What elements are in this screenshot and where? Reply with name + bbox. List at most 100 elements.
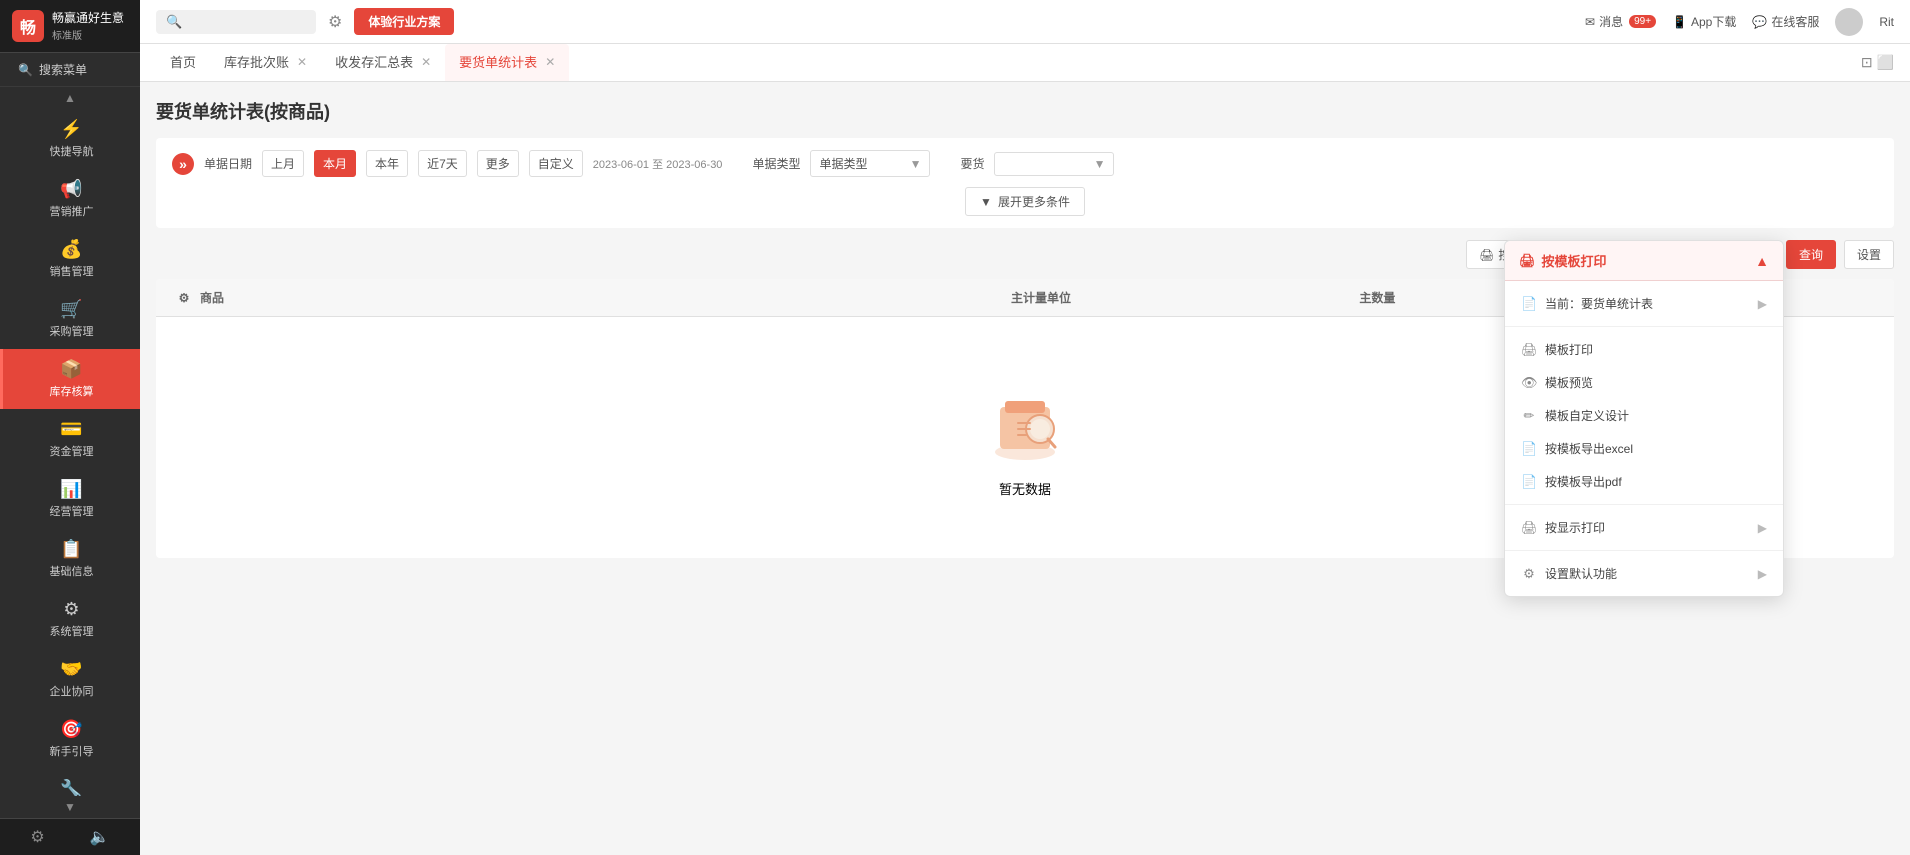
dropdown-section-actions: 🖨 模板打印 👁 模板预览 ✏ 模板自定义设计 📄 按模板导出excel xyxy=(1505,327,1783,505)
sidebar-label-operation: 经营管理 xyxy=(50,503,94,519)
dropdown-display-print[interactable]: 🖨 按显示打印 ▶ xyxy=(1505,511,1783,544)
sidebar-label-marketing: 营销推广 xyxy=(50,203,94,219)
tab-receipt-summary-close[interactable]: ✕ xyxy=(421,55,431,69)
dropdown-template-export-excel[interactable]: 📄 按模板导出excel xyxy=(1505,432,1783,465)
topbar-gear-icon[interactable]: ⚙ xyxy=(328,12,342,32)
sidebar-item-marketing[interactable]: 📢 营销推广 xyxy=(0,169,140,229)
empty-text: 暂无数据 xyxy=(999,479,1051,498)
topbar-right: ✉ 消息 99+ 📱 App下载 💬 在线客服 Rit xyxy=(1585,8,1894,36)
dropdown-template-print[interactable]: 🖨 模板打印 xyxy=(1505,333,1783,366)
tab-receipt-summary-label: 收发存汇总表 xyxy=(335,52,413,71)
tab-order-stats-close[interactable]: ✕ xyxy=(545,55,555,69)
search-icon: 🔍 xyxy=(18,63,33,77)
tab-home[interactable]: 首页 xyxy=(156,44,210,81)
footer-speaker-icon[interactable]: 🔈 xyxy=(90,827,110,847)
date-btn-this-month[interactable]: 本月 xyxy=(314,150,356,177)
order-type-select[interactable]: 单据类型 ▼ xyxy=(810,150,930,177)
sidebar-item-system[interactable]: ⚙ 系统管理 xyxy=(0,589,140,649)
sidebar-item-guide[interactable]: 🎯 新手引导 xyxy=(0,709,140,769)
tab-max-icon: ⬜ xyxy=(1877,54,1894,71)
basic-info-icon: 📋 xyxy=(60,539,82,560)
sidebar-item-quick-nav[interactable]: ⚡ 快捷导航 xyxy=(0,109,140,169)
tab-batch-account-close[interactable]: ✕ xyxy=(297,55,307,69)
trial-btn[interactable]: 体验行业方案 xyxy=(354,8,454,35)
order-type-value: 单据类型 xyxy=(819,155,867,172)
display-print-label: 按显示打印 xyxy=(1545,519,1605,536)
footer-settings-icon[interactable]: ⚙ xyxy=(30,827,44,847)
settings-btn[interactable]: 设置 xyxy=(1844,240,1894,269)
default-function-label: 设置默认功能 xyxy=(1545,565,1617,582)
tab-expand-btn[interactable]: ⊡ ⬜ xyxy=(1861,54,1894,71)
sidebar-item-app-center[interactable]: 🔧 应用中心 xyxy=(0,769,140,796)
tab-batch-account-label: 库存批次账 xyxy=(224,52,289,71)
app-sub: 标准版 xyxy=(52,27,124,42)
message-label: 消息 xyxy=(1599,13,1623,30)
print-dropdown-header: 🖨 按模板打印 ▲ xyxy=(1505,241,1783,281)
date-btn-last-7-days[interactable]: 近7天 xyxy=(418,150,467,177)
tab-batch-account[interactable]: 库存批次账 ✕ xyxy=(210,44,321,81)
table-col-quantity: 主数量 xyxy=(1209,289,1545,306)
table-col-settings[interactable]: ⚙ xyxy=(168,291,200,305)
tab-home-label: 首页 xyxy=(170,52,196,71)
sidebar-label-inventory: 库存核算 xyxy=(50,383,94,399)
sidebar-scroll-down[interactable]: ▼ xyxy=(0,796,140,818)
sidebar-item-purchase[interactable]: 🛒 采购管理 xyxy=(0,289,140,349)
tab-receipt-summary[interactable]: 收发存汇总表 ✕ xyxy=(321,44,445,81)
date-btn-last-month[interactable]: 上月 xyxy=(262,150,304,177)
content-area: 要货单统计表(按商品) » 单据日期 上月 本月 本年 近7天 更多 自定义 2… xyxy=(140,82,1910,855)
online-service-btn[interactable]: 💬 在线客服 xyxy=(1752,13,1819,30)
online-service-label: 在线客服 xyxy=(1771,13,1819,30)
display-print-icon: 🖨 xyxy=(1521,520,1537,536)
query-btn[interactable]: 查询 xyxy=(1786,240,1836,269)
expand-more-btn[interactable]: ▼ 展开更多条件 xyxy=(965,187,1085,216)
dropdown-template-preview[interactable]: 👁 模板预览 xyxy=(1505,366,1783,399)
sidebar-item-operation[interactable]: 📊 经营管理 xyxy=(0,469,140,529)
empty-icon xyxy=(980,377,1070,467)
date-btn-this-year[interactable]: 本年 xyxy=(366,150,408,177)
tab-order-stats[interactable]: 要货单统计表 ✕ xyxy=(445,44,569,81)
dropdown-current-template[interactable]: 📄 当前：要货单统计表 ▶ xyxy=(1505,287,1783,320)
dropdown-default-function[interactable]: ⚙ 设置默认功能 ▶ xyxy=(1505,557,1783,590)
sidebar-scroll-up[interactable]: ▲ xyxy=(0,87,140,109)
current-template-icon: 📄 xyxy=(1521,296,1537,312)
dropdown-section-default: ⚙ 设置默认功能 ▶ xyxy=(1505,551,1783,596)
order-type-label: 单据类型 xyxy=(752,155,800,172)
date-btn-custom[interactable]: 自定义 xyxy=(529,150,583,177)
template-print-label: 模板打印 xyxy=(1545,341,1593,358)
print-dropdown-collapse-icon[interactable]: ▲ xyxy=(1755,253,1769,269)
dropdown-section-display: 🖨 按显示打印 ▶ xyxy=(1505,505,1783,551)
template-print-icon: 🖨 xyxy=(1521,342,1537,358)
system-icon: ⚙ xyxy=(63,599,79,620)
date-btn-more[interactable]: 更多 xyxy=(477,150,519,177)
current-template-arrow-icon: ▶ xyxy=(1758,297,1767,311)
order-status-select[interactable]: ▼ xyxy=(994,152,1114,176)
sidebar-label-finance: 资金管理 xyxy=(50,443,94,459)
export-pdf-icon: 📄 xyxy=(1521,474,1537,490)
action-bar: 🖨 按模板打印 ▲ 📤 导出 ↻ 刷新 ••• 查询 设置 xyxy=(156,240,1894,269)
message-btn[interactable]: ✉ 消息 99+ xyxy=(1585,13,1656,30)
current-template-label: 当前：要货单统计表 xyxy=(1545,295,1653,312)
filter-expand-btn[interactable]: » xyxy=(172,153,194,175)
sidebar-item-sales[interactable]: 💰 销售管理 xyxy=(0,229,140,289)
dropdown-template-design[interactable]: ✏ 模板自定义设计 xyxy=(1505,399,1783,432)
topbar-search-box[interactable]: 🔍 xyxy=(156,10,316,34)
template-preview-icon: 👁 xyxy=(1521,375,1537,391)
sidebar-item-cooperation[interactable]: 🤝 企业协同 xyxy=(0,649,140,709)
sidebar-nav: ⚡ 快捷导航 📢 营销推广 💰 销售管理 🛒 采购管理 📦 库存核算 💳 资金管… xyxy=(0,109,140,796)
avatar[interactable] xyxy=(1835,8,1863,36)
user-name: Rit xyxy=(1879,15,1894,29)
sidebar-item-finance[interactable]: 💳 资金管理 xyxy=(0,409,140,469)
template-design-label: 模板自定义设计 xyxy=(1545,407,1629,424)
sidebar-label-sales: 销售管理 xyxy=(50,263,94,279)
topbar-search-input[interactable] xyxy=(186,15,296,29)
sidebar-item-inventory[interactable]: 📦 库存核算 xyxy=(0,349,140,409)
sidebar-item-basic-info[interactable]: 📋 基础信息 xyxy=(0,529,140,589)
dropdown-template-export-pdf[interactable]: 📄 按模板导出pdf xyxy=(1505,465,1783,498)
app-download-btn[interactable]: 📱 App下载 xyxy=(1672,13,1736,30)
sidebar-search[interactable]: 🔍 搜索菜单 xyxy=(0,53,140,87)
sidebar-label-guide: 新手引导 xyxy=(50,743,94,759)
service-icon: 💬 xyxy=(1752,15,1767,29)
app-name: 畅赢通好生意 xyxy=(52,10,124,27)
sidebar-footer: ⚙ 🔈 xyxy=(0,818,140,855)
tab-bar: 首页 库存批次账 ✕ 收发存汇总表 ✕ 要货单统计表 ✕ ⊡ ⬜ xyxy=(140,44,1910,82)
